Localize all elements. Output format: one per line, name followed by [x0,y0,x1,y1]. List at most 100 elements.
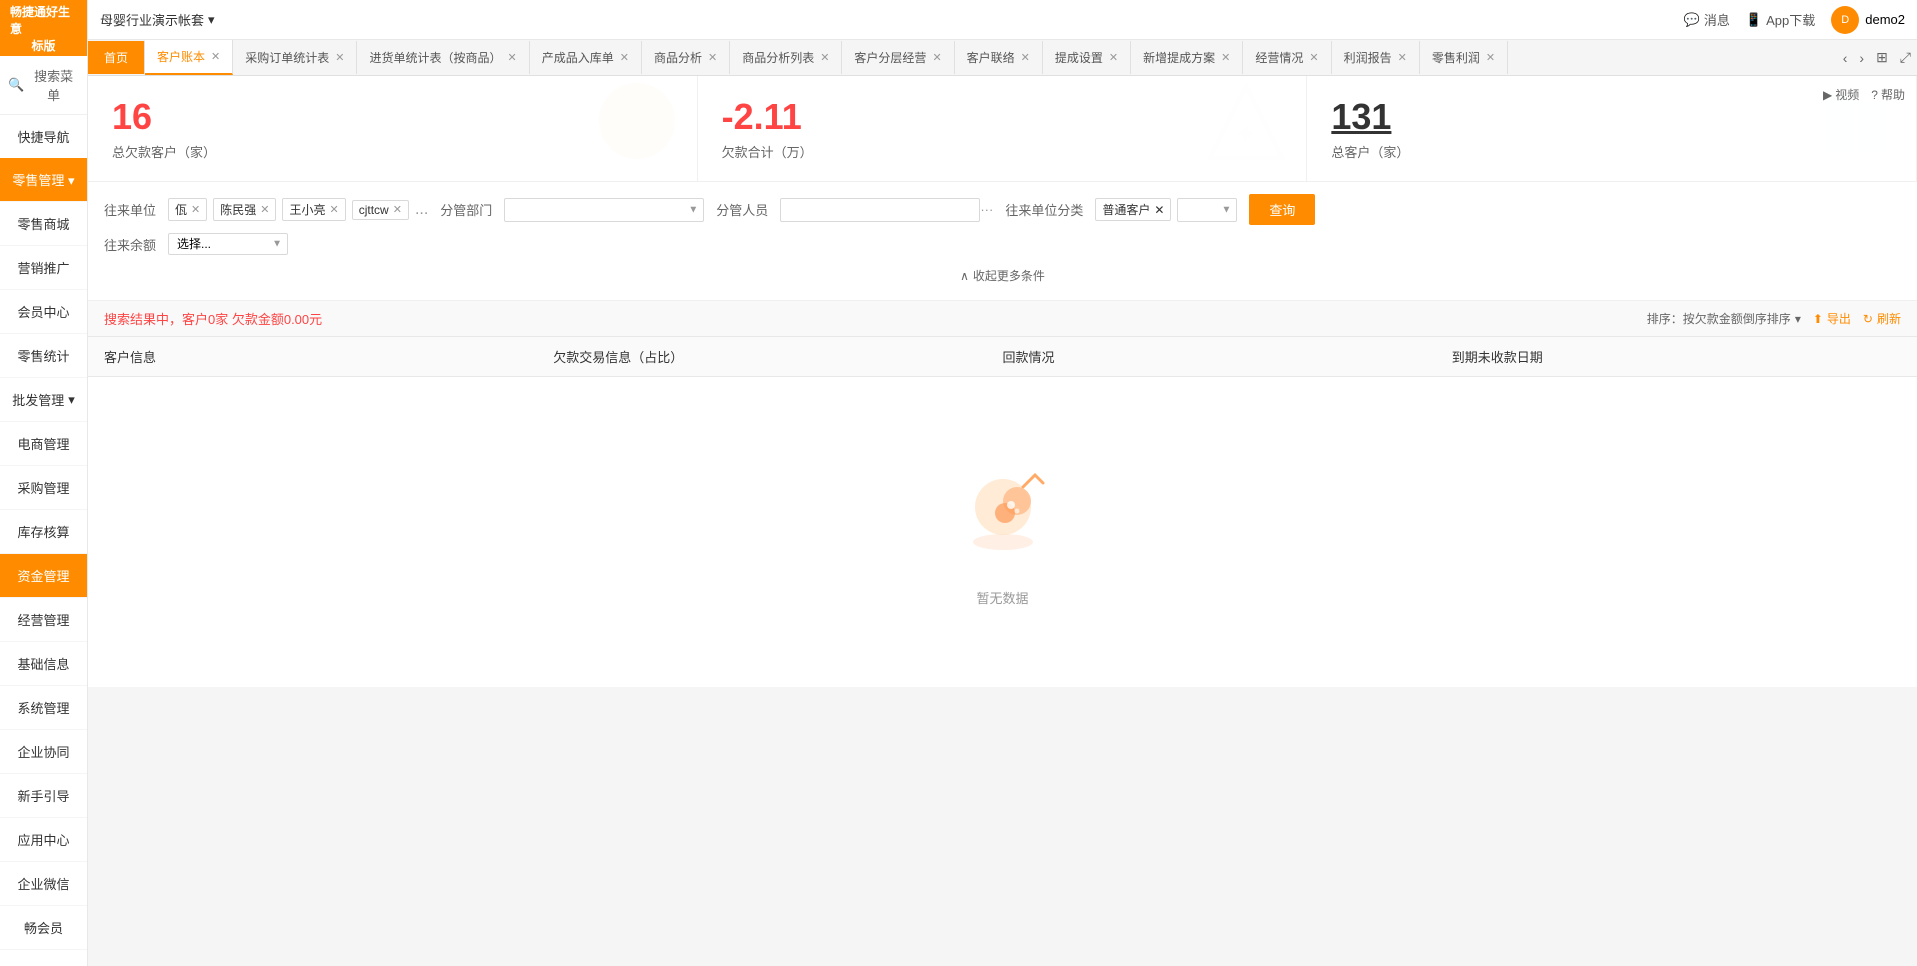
sidebar-item-system[interactable]: 系统管理 [0,686,87,730]
message-button[interactable]: 💬 消息 [1684,10,1730,29]
filter-more-tags[interactable]: ... [415,201,428,219]
sidebar-item-member[interactable]: 会员中心 [0,290,87,334]
sidebar-item-app-center[interactable]: 应用中心 [0,818,87,862]
sidebar-item-inventory[interactable]: 库存核算 [0,510,87,554]
sidebar-item-retail-mall[interactable]: 零售商城 [0,202,87,246]
unit-filter-label: 往来单位 [104,200,156,219]
tab-close-production-instock[interactable]: ✕ [620,51,629,64]
filter-tag-wa: 佤 ✕ [168,198,207,221]
tab-close-customer-contact[interactable]: ✕ [1021,51,1030,64]
sidebar-item-batch-mgmt[interactable]: 批发管理 ▾ [0,378,87,422]
sidebar-item-purchase[interactable]: 采购管理 [0,466,87,510]
sidebar-item-ecommerce[interactable]: 电商管理 [0,422,87,466]
remove-tag-chen[interactable]: ✕ [260,203,269,216]
dept-dropdown[interactable] [504,198,704,222]
remove-tag-wang[interactable]: ✕ [330,203,339,216]
tab-close-new-achievement[interactable]: ✕ [1221,51,1230,64]
help-button[interactable]: ? 帮助 [1871,86,1905,103]
tab-new-achievement[interactable]: 新增提成方案 ✕ [1131,41,1243,74]
tab-scroll-left-icon[interactable]: ‹ [1837,46,1854,70]
tab-production-instock[interactable]: 产成品入库单 ✕ [530,41,642,74]
remove-tag-normal[interactable]: ✕ [1154,203,1164,217]
tab-close-stock-stats[interactable]: ✕ [508,51,517,64]
tab-goods-analysis-list[interactable]: 商品分析列表 ✕ [730,41,842,74]
tab-goods-analysis[interactable]: 商品分析 ✕ [642,41,730,74]
app-download-label: App下载 [1766,10,1815,29]
tab-expand-icon[interactable]: ⊞ [1870,45,1894,70]
remove-tag-cjttcw[interactable]: ✕ [393,203,402,216]
tab-profit-report[interactable]: 利润报告 ✕ [1332,41,1420,74]
tab-close-accounts-receivable[interactable]: ✕ [211,50,220,63]
balance-filter-label: 往来余额 [104,235,156,254]
sidebar-item-operations[interactable]: 经营管理 [0,598,87,642]
balance-select[interactable]: 选择... [168,233,288,255]
search-menu-button[interactable]: 🔍 搜索菜单 [8,66,79,104]
sidebar-item-retail-mgmt[interactable]: 零售管理 ▾ [0,158,87,202]
tab-scroll-right-icon[interactable]: › [1853,46,1870,70]
tab-close-retail-profit[interactable]: ✕ [1486,51,1495,64]
category-dropdown[interactable] [1177,198,1237,222]
tab-purchase-order-stats[interactable]: 采购订单统计表 ✕ [233,41,357,74]
sidebar-item-retail-stats[interactable]: 零售统计 [0,334,87,378]
avatar: D [1831,6,1859,34]
sidebar-item-enterprise-collab[interactable]: 企业协同 [0,730,87,774]
table-header: 客户信息 欠款交易信息（占比） 回款情况 到期未收款日期 [88,337,1917,377]
quick-nav-item[interactable]: 快捷导航 [0,115,87,158]
sidebar-item-new-guide[interactable]: 新手引导 [0,774,87,818]
help-label: 帮助 [1881,86,1905,103]
search-button[interactable]: 查询 [1249,194,1315,225]
svg-text:✦: ✦ [1235,119,1258,150]
export-button[interactable]: ⬆ 导出 [1813,310,1851,327]
app-download-button[interactable]: 📱 App下载 [1746,10,1815,29]
tab-close-operations-report[interactable]: ✕ [1309,51,1318,64]
stat-value-receivable: -2.11 [722,96,1283,138]
sidebar-item-enterprise-wechat[interactable]: 企业微信 [0,862,87,906]
tab-fullscreen-icon[interactable]: ⤢ [1894,45,1917,70]
tab-accounts-receivable[interactable]: 客户账本 ✕ [145,40,233,75]
message-icon: 💬 [1684,12,1700,28]
stat-value-total-customers: 131 [1331,96,1892,138]
refresh-icon: ↻ [1863,312,1873,326]
table-header-due-date: 到期未收款日期 [1452,347,1901,366]
tab-close-purchase-order-stats[interactable]: ✕ [335,51,344,64]
quick-nav-label: 快捷导航 [17,130,69,145]
refresh-button[interactable]: ↻ 刷新 [1863,310,1901,327]
sort-button[interactable]: 排序：按欠款金额倒序排序 ▾ [1647,310,1801,327]
tab-customer-contact[interactable]: 客户联络 ✕ [955,41,1043,74]
empty-state: 暂无数据 [88,377,1917,687]
tab-home[interactable]: 首页 [88,41,145,74]
sidebar-item-vip-member[interactable]: 畅会员 [0,906,87,950]
tab-reminder-settings[interactable]: 提成设置 ✕ [1043,41,1131,74]
page-content: 16 总欠款客户（家） ¥ -2.11 欠款合计（万） [88,76,1917,966]
filter-section: 往来单位 佤 ✕ 陈民强 ✕ 王小亮 ✕ [88,182,1917,301]
collapse-filters-button[interactable]: ∧ 收起更多条件 [104,263,1901,288]
tab-stock-stats[interactable]: 进货单统计表（按商品） ✕ [357,41,529,74]
table-header-receivable-info: 欠款交易信息（占比） [553,347,1002,366]
tab-retail-profit[interactable]: 零售利润 ✕ [1420,41,1508,74]
tab-close-profit-report[interactable]: ✕ [1398,51,1407,64]
sidebar-item-marketing[interactable]: 营销推广 [0,246,87,290]
person-input[interactable] [780,198,980,222]
sidebar-search-area[interactable]: 🔍 搜索菜单 [0,56,87,115]
person-input-wrap: ··· [780,198,993,222]
video-button[interactable]: ▶ 视频 [1823,86,1859,103]
export-icon: ⬆ [1813,312,1823,326]
person-more-icon[interactable]: ··· [980,202,993,217]
tab-close-reminder-settings[interactable]: ✕ [1109,51,1118,64]
svg-text:¥: ¥ [626,100,648,141]
tab-close-goods-analysis[interactable]: ✕ [708,51,717,64]
tab-close-goods-analysis-list[interactable]: ✕ [820,51,829,64]
account-selector[interactable]: 母婴行业演示帐套 ▾ [100,10,215,29]
topbar-left: 母婴行业演示帐套 ▾ [100,10,215,29]
stat-label-customers: 总欠款客户（家） [112,142,673,161]
tab-customer-tier[interactable]: 客户分层经营 ✕ [842,41,954,74]
tab-operations-report[interactable]: 经营情况 ✕ [1243,41,1331,74]
user-profile-button[interactable]: D demo2 [1831,6,1905,34]
dept-filter-label: 分管部门 [440,200,492,219]
stat-value-customers: 16 [112,96,673,138]
remove-tag-wa[interactable]: ✕ [191,203,200,216]
sidebar-item-finance[interactable]: 资金管理 [0,554,87,598]
unit-filter-tags: 佤 ✕ 陈民强 ✕ 王小亮 ✕ cjttcw ✕ [168,198,428,221]
sidebar-item-basic-info[interactable]: 基础信息 [0,642,87,686]
tab-close-customer-tier[interactable]: ✕ [932,51,941,64]
